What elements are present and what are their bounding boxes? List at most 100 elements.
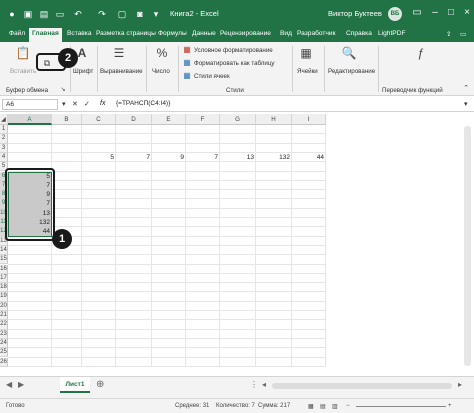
row-header[interactable]: 14 (0, 245, 8, 256)
horizontal-scrollbar[interactable] (272, 383, 452, 389)
cell-value[interactable]: 44 (292, 153, 326, 162)
zoom-slider[interactable] (356, 406, 446, 407)
vertical-scrollbar[interactable] (464, 126, 471, 366)
row-header[interactable]: 3 (0, 143, 8, 153)
tab-developer[interactable]: Разработчик (297, 30, 335, 37)
hscroll-right-icon[interactable]: ▸ (458, 380, 462, 389)
tab-insert[interactable]: Вставка (67, 30, 92, 37)
row-header[interactable]: 21 (0, 311, 8, 321)
column-header[interactable]: E (152, 114, 186, 125)
column-header[interactable]: C (82, 114, 116, 125)
user-name[interactable]: Виктор Буктеев (328, 9, 382, 18)
font-button[interactable]: Шрифт (73, 68, 93, 75)
editing-icon[interactable]: 🔍 (340, 46, 358, 60)
add-sheet-icon[interactable]: ⊕ (96, 379, 104, 390)
redo-icon[interactable]: ↷ (96, 8, 108, 20)
cell-value[interactable]: 7 (116, 153, 152, 162)
row-header[interactable]: 24 (0, 338, 8, 349)
cell-value[interactable]: 9 (152, 153, 186, 162)
formula-input[interactable]: {=ТРАНСП(C4:I4)} (116, 100, 170, 107)
clipboard-launcher-icon[interactable]: ↘ (60, 86, 66, 93)
tab-view[interactable]: Вид (280, 30, 292, 37)
cell-value[interactable]: 7 (186, 153, 220, 162)
minimize-icon[interactable]: – (428, 6, 442, 20)
zoom-in-icon[interactable]: + (448, 403, 452, 409)
cell-value[interactable]: 5 (82, 153, 116, 162)
row-header[interactable]: 16 (0, 264, 8, 274)
editing-button[interactable]: Редактирование (328, 68, 375, 75)
conditional-format-icon[interactable]: ▦ (182, 45, 192, 54)
collapse-ribbon-icon[interactable]: ⌃ (462, 84, 470, 92)
number-format-icon[interactable]: % (153, 46, 171, 60)
row-header[interactable]: 19 (0, 292, 8, 302)
function-translator-icon[interactable]: ƒ (412, 46, 430, 60)
number-button[interactable]: Число (152, 68, 170, 75)
format-table-icon[interactable]: ▦ (182, 58, 192, 67)
cell-value[interactable]: 13 (220, 153, 256, 162)
insert-function-icon[interactable]: fx (100, 100, 105, 107)
row-header[interactable]: 17 (0, 273, 8, 284)
scroll-right-icon[interactable]: ▶ (18, 380, 24, 389)
zoom-out-icon[interactable]: − (346, 403, 350, 409)
camera-icon[interactable]: ◙ (134, 8, 146, 20)
column-header[interactable]: H (256, 114, 292, 125)
maximize-icon[interactable]: □ (444, 6, 458, 20)
cancel-icon[interactable]: ✕ (72, 100, 78, 108)
autosave-icon[interactable]: ● (6, 8, 18, 20)
tab-help[interactable]: Справка (346, 30, 372, 37)
column-header[interactable]: F (186, 114, 220, 125)
avatar[interactable]: ВБ (388, 7, 402, 21)
tab-home[interactable]: Главная (29, 28, 62, 42)
page-layout-icon[interactable]: ▤ (320, 403, 326, 410)
customize-toolbar-icon[interactable]: ▾ (150, 8, 162, 20)
tab-review[interactable]: Рецензирование (220, 30, 271, 37)
comments-icon[interactable]: ▭ (460, 30, 466, 38)
file-icon[interactable]: ▤ (38, 8, 50, 20)
hscroll-left-icon[interactable]: ◂ (262, 380, 266, 389)
more-options-icon[interactable]: ⋮ (250, 380, 258, 389)
row-header[interactable]: 25 (0, 348, 8, 358)
tab-page-layout[interactable]: Разметка страницы (96, 30, 156, 37)
undo-icon[interactable]: ↶ (72, 8, 84, 20)
tab-file[interactable]: Файл (9, 30, 25, 37)
expand-formula-icon[interactable]: ▾ (464, 100, 468, 108)
name-box[interactable]: A6 (2, 99, 58, 110)
column-header[interactable]: A (8, 114, 52, 125)
enter-icon[interactable]: ✓ (84, 100, 90, 108)
row-header[interactable]: 23 (0, 329, 8, 339)
name-box-dropdown-icon[interactable]: ▾ (62, 100, 66, 108)
row-header[interactable]: 2 (0, 134, 8, 144)
open-icon[interactable]: ▭ (54, 8, 66, 20)
normal-view-icon[interactable]: ▦ (308, 403, 314, 410)
page-break-icon[interactable]: ▥ (332, 403, 338, 410)
row-header[interactable]: 20 (0, 301, 8, 311)
tab-data[interactable]: Данные (192, 30, 216, 37)
column-header[interactable]: I (292, 114, 326, 125)
paste-button[interactable]: Вставить (10, 68, 36, 75)
cell-value[interactable]: 132 (256, 153, 292, 162)
format-as-table-button[interactable]: Форматировать как таблицу (194, 60, 275, 67)
conditional-format-button[interactable]: Условное форматирование (194, 47, 273, 54)
save-icon[interactable]: ▣ (22, 8, 34, 20)
row-header[interactable]: 4 (0, 152, 8, 163)
select-all-corner[interactable]: ◢ (0, 114, 8, 125)
quick-print-icon[interactable]: ▢ (116, 8, 128, 20)
worksheet-grid[interactable]: ◢ A B C D E F G H I 1 2 3 4 5 6 7 8 9 10 11 12 13 14 15 16 17 18 19… (0, 114, 474, 376)
tab-formulas[interactable]: Формулы (158, 30, 187, 37)
alignment-icon[interactable]: ☰ (110, 46, 128, 60)
column-header[interactable]: G (220, 114, 256, 125)
row-header[interactable]: 15 (0, 255, 8, 265)
tab-lightpdf[interactable]: LightPDF (378, 30, 406, 37)
row-header[interactable]: 1 (0, 125, 8, 135)
column-header[interactable]: D (116, 114, 152, 125)
share-icon[interactable]: ⇪ (446, 30, 452, 38)
column-header[interactable]: B (52, 114, 82, 125)
row-header[interactable]: 26 (0, 357, 8, 367)
cells-icon[interactable]: ▦ (297, 46, 315, 60)
cells-button[interactable]: Ячейки (297, 68, 318, 75)
ribbon-display-icon[interactable]: ▭ (410, 6, 424, 20)
alignment-button[interactable]: Выравнивание (100, 68, 143, 75)
scroll-left-icon[interactable]: ◀ (6, 380, 12, 389)
close-icon[interactable]: × (460, 6, 474, 20)
sheet-tab-list1[interactable]: Лист1 (60, 377, 90, 393)
